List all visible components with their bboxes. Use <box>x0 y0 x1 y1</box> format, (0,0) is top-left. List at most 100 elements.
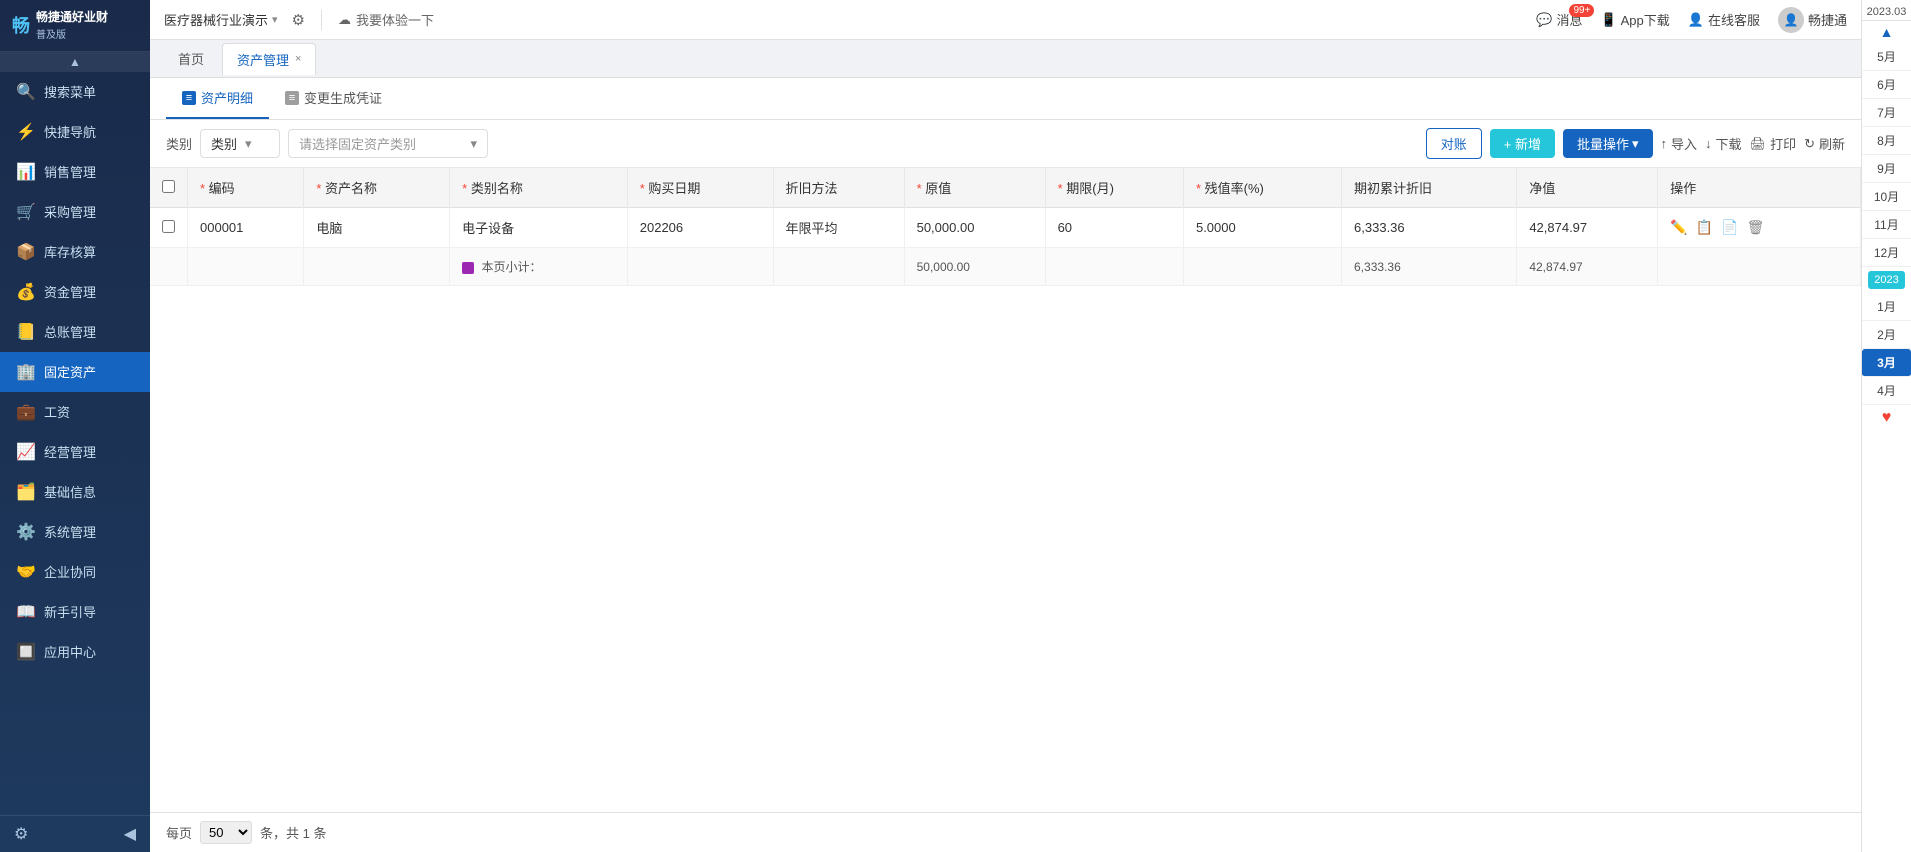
td-code: 000001 <box>188 208 304 248</box>
th-code: * 编码 <box>188 168 304 208</box>
category-filter-label: 类别 <box>166 134 192 153</box>
import-button[interactable]: ↑ 导入 <box>1661 134 1698 153</box>
sidebar-item-label-apps: 应用中心 <box>44 642 96 661</box>
sidebar-item-label-guide: 新手引导 <box>44 602 96 621</box>
user-label: 畅捷通 <box>1808 10 1847 29</box>
per-page-label: 每页 <box>166 823 192 842</box>
settings-icon[interactable]: ⚙ <box>14 824 28 844</box>
date-month-2[interactable]: 2月 <box>1862 321 1911 349</box>
date-month-12[interactable]: 12月 <box>1862 239 1911 267</box>
date-month-8[interactable]: 8月 <box>1862 127 1911 155</box>
subtotal-empty-2 <box>188 248 304 286</box>
refresh-button[interactable]: ↻ 刷新 <box>1804 134 1845 153</box>
sidebar-item-label-salary: 工资 <box>44 402 70 421</box>
category-type-chevron-icon: ▾ <box>245 136 252 152</box>
sidebar-item-quicknav[interactable]: ⚡ 快捷导航 <box>0 112 150 152</box>
date-month-11[interactable]: 11月 <box>1862 211 1911 239</box>
salary-icon: 💼 <box>16 402 36 422</box>
date-month-10[interactable]: 10月 <box>1862 183 1911 211</box>
settings-gear-icon[interactable]: ⚙ <box>292 11 305 29</box>
online-service-button[interactable]: 👤 在线客服 <box>1688 10 1760 29</box>
th-period: * 期限(月) <box>1045 168 1183 208</box>
experience-button[interactable]: ☁ 我要体验一下 <box>338 10 434 29</box>
batch-chevron-icon: ▾ <box>1632 136 1639 152</box>
tab-home[interactable]: 首页 <box>164 43 218 74</box>
sidebar-item-purchase[interactable]: 🛒 采购管理 <box>0 192 150 232</box>
date-month-6[interactable]: 6月 <box>1862 71 1911 99</box>
sidebar-item-inventory[interactable]: 📦 库存核算 <box>0 232 150 272</box>
date-panel: 2023.03 ▲ 5月 6月 7月 8月 9月 10月 11月 12月 202… <box>1861 0 1911 852</box>
subtotal-net: 42,874.97 <box>1517 248 1658 286</box>
sidebar-item-funds[interactable]: 💰 资金管理 <box>0 272 150 312</box>
batch-button[interactable]: 批量操作 ▾ <box>1563 129 1653 158</box>
sidebar-item-salary[interactable]: 💼 工资 <box>0 392 150 432</box>
message-button[interactable]: 💬 消息 99+ <box>1536 10 1582 29</box>
pagination-total: 条，共 1 条 <box>260 823 326 842</box>
tab-asset-detail[interactable]: ≡ 资产明细 <box>166 78 269 119</box>
topbar: 医疗器械行业演示 ▾ ⚙ ☁ 我要体验一下 💬 消息 99+ 📱 App下载 👤… <box>150 0 1861 40</box>
sidebar-item-label-funds: 资金管理 <box>44 282 96 301</box>
guide-icon: 📖 <box>16 602 36 622</box>
th-action: 操作 <box>1658 168 1861 208</box>
company-selector[interactable]: 医疗器械行业演示 ▾ <box>164 10 278 29</box>
subtotal-empty-8 <box>1658 248 1861 286</box>
subtotal-empty-3 <box>304 248 450 286</box>
sidebar-item-ledger[interactable]: 📒 总账管理 <box>0 312 150 352</box>
date-month-7[interactable]: 7月 <box>1862 99 1911 127</box>
row-checkbox[interactable] <box>162 220 175 233</box>
sidebar-item-ops[interactable]: 📈 经营管理 <box>0 432 150 472</box>
print-button[interactable]: 🖨 打印 <box>1750 134 1797 153</box>
table-header-row: * 编码 * 资产名称 * 类别名称 * 购买日期 折旧方法 * 原值 * 期限… <box>150 168 1861 208</box>
detail-icon[interactable]: 📋 <box>1696 219 1713 236</box>
app-download-button[interactable]: 📱 App下载 <box>1600 10 1669 29</box>
sidebar-item-search[interactable]: 🔍 搜索菜单 <box>0 72 150 112</box>
th-checkbox <box>150 168 188 208</box>
edit-icon[interactable]: ✏️ <box>1670 219 1687 236</box>
per-page-select[interactable]: 50 10 20 100 <box>200 821 252 844</box>
select-all-checkbox[interactable] <box>162 180 175 193</box>
collapse-icon[interactable]: ◀ <box>124 824 136 844</box>
sidebar-item-fixed[interactable]: 🏢 固定资产 <box>0 352 150 392</box>
system-icon: ⚙️ <box>16 522 36 542</box>
sidebar-item-basic[interactable]: 🗂️ 基础信息 <box>0 472 150 512</box>
sub-tabbar: ≡ 资产明细 ≡ 变更生成凭证 <box>150 78 1861 120</box>
category-type-select[interactable]: 类别 ▾ <box>200 129 280 158</box>
sidebar-item-guide[interactable]: 📖 新手引导 <box>0 592 150 632</box>
subtotal-empty-1 <box>150 248 188 286</box>
sidebar-logo: 畅 <box>12 12 30 38</box>
search-icon: 🔍 <box>16 82 36 102</box>
date-month-9[interactable]: 9月 <box>1862 155 1911 183</box>
copy-icon[interactable]: 📄 <box>1721 219 1738 236</box>
favorite-icon[interactable]: ♥ <box>1878 405 1896 431</box>
td-depreciation-method: 年限平均 <box>773 208 904 248</box>
delete-icon[interactable]: 🗑 <box>1747 219 1765 236</box>
category-input[interactable]: 请选择固定资产类别 ▾ <box>288 129 488 158</box>
date-month-5[interactable]: 5月 <box>1862 43 1911 71</box>
sidebar-item-coop[interactable]: 🤝 企业协同 <box>0 552 150 592</box>
date-month-1[interactable]: 1月 <box>1862 293 1911 321</box>
th-net-value: 净值 <box>1517 168 1658 208</box>
tab-close-icon[interactable]: × <box>295 53 301 65</box>
td-action: ✏️ 📋 📄 🗑 <box>1658 208 1861 248</box>
tab-depreciation-voucher[interactable]: ≡ 变更生成凭证 <box>269 78 398 119</box>
sidebar-header: 畅 畅捷通好业财 普及版 <box>0 0 150 52</box>
download-icon: ↓ <box>1705 136 1712 151</box>
th-residual-rate: * 残值率(%) <box>1183 168 1341 208</box>
date-month-3-current[interactable]: 3月 <box>1862 349 1911 377</box>
sidebar-scroll-up[interactable]: ▲ <box>0 52 150 72</box>
date-scroll-up-icon[interactable]: ▲ <box>1877 21 1897 43</box>
sidebar-item-apps[interactable]: 🔲 应用中心 <box>0 632 150 672</box>
sidebar-item-sales[interactable]: 📊 销售管理 <box>0 152 150 192</box>
reconcile-button[interactable]: 对账 <box>1426 128 1482 159</box>
user-avatar-button[interactable]: 👤 畅捷通 <box>1778 7 1847 33</box>
sidebar-item-label-purchase: 采购管理 <box>44 202 96 221</box>
sidebar-item-system[interactable]: ⚙️ 系统管理 <box>0 512 150 552</box>
date-month-4[interactable]: 4月 <box>1862 377 1911 405</box>
new-button[interactable]: + 新增 <box>1490 129 1555 158</box>
tab-asset-management[interactable]: 资产管理 × <box>222 43 316 75</box>
download-button[interactable]: ↓ 下载 <box>1705 134 1742 153</box>
sidebar-item-label-quicknav: 快捷导航 <box>44 122 96 141</box>
sidebar-item-label-basic: 基础信息 <box>44 482 96 501</box>
experience-label: 我要体验一下 <box>356 10 434 29</box>
subtotal-empty-4 <box>627 248 773 286</box>
